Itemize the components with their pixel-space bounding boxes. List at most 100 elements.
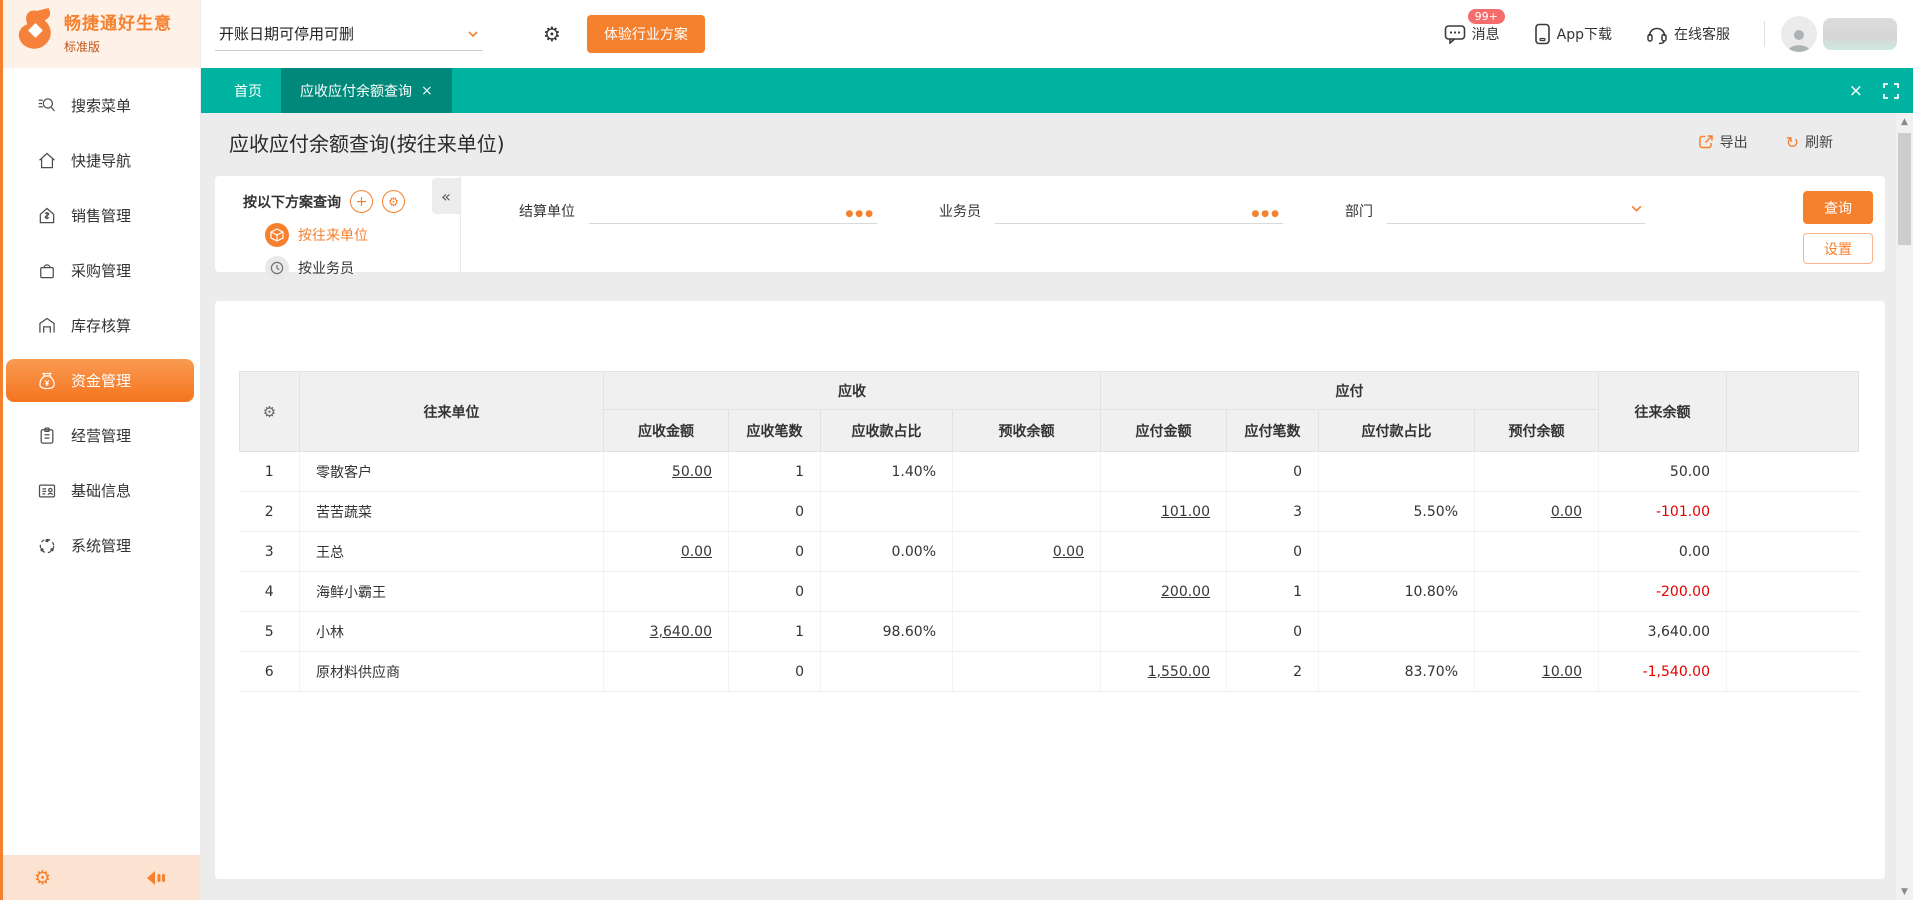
amount-link[interactable]: 0.00: [1053, 544, 1084, 560]
refresh-icon: ↻: [1785, 132, 1799, 152]
online-service-button[interactable]: 在线客服: [1646, 23, 1730, 45]
amount-link[interactable]: 0.00: [681, 544, 712, 560]
shopping-bag-icon: [36, 260, 58, 282]
sidebar-item-quick-nav[interactable]: 快捷导航: [0, 133, 200, 188]
field-label-salesman: 业务员: [939, 204, 981, 220]
sidebar-item-basic-info[interactable]: 基础信息: [0, 463, 200, 518]
col-empty: [1726, 371, 1859, 452]
amount-link[interactable]: 0.00: [1551, 504, 1582, 520]
col-ys-pre: 预收余额: [952, 409, 1101, 452]
chevron-down-icon: [468, 30, 478, 37]
avatar[interactable]: [1781, 16, 1817, 52]
sidebar-item-inventory[interactable]: 库存核算: [0, 298, 200, 353]
col-ys-count: 应收笔数: [728, 409, 821, 452]
topbar-separator: [1764, 21, 1765, 47]
sidebar: 畅捷通好生意 标准版 搜索菜单 快捷导航 销售管理 采购管理 库存核算 资金管理…: [0, 0, 201, 900]
tab-home[interactable]: 首页: [215, 68, 281, 113]
cube-icon: [265, 223, 289, 247]
vertical-scrollbar[interactable]: ▲ ▼: [1896, 113, 1913, 900]
refresh-button[interactable]: ↻ 刷新: [1786, 132, 1833, 152]
sidebar-item-sales[interactable]: 销售管理: [0, 188, 200, 243]
table-header: ⚙ 往来单位 应收 应付 往来余额 应收金额 应收笔数 应收款占比 预收余额 应…: [239, 371, 1859, 452]
settings-button[interactable]: 设置: [1803, 233, 1873, 264]
refresh-label: 刷新: [1805, 135, 1833, 151]
sidebar-item-purchase[interactable]: 采购管理: [0, 243, 200, 298]
export-button[interactable]: 导出: [1698, 132, 1748, 152]
filter-card: 按以下方案查询 + ⚙ « 按往来单位 按业务员 结算单位 ●●● 业务员 ●●…: [215, 176, 1885, 280]
amount-link[interactable]: 3,640.00: [650, 624, 712, 640]
scrollbar-thumb[interactable]: [1898, 133, 1911, 245]
col-yf-pre: 预付余额: [1474, 409, 1599, 452]
account-set-select[interactable]: 开账日期可停用可删: [215, 17, 483, 51]
col-group-payable: 应付: [1100, 371, 1599, 410]
column-settings-icon[interactable]: ⚙: [263, 403, 276, 421]
unit-name: 王总: [299, 531, 604, 572]
scroll-down-icon[interactable]: ▼: [1896, 883, 1913, 900]
col-yf-pct: 应付款占比: [1318, 409, 1475, 452]
user-name-redacted[interactable]: [1823, 18, 1897, 50]
col-ys-amount: 应收金额: [603, 409, 729, 452]
scheme-item-by-unit[interactable]: 按往来单位: [265, 223, 460, 247]
fullscreen-icon[interactable]: [1883, 82, 1899, 99]
search-icon: [36, 95, 58, 117]
app-window: 畅捷通好生意 标准版 搜索菜单 快捷导航 销售管理 采购管理 库存核算 资金管理…: [0, 0, 1913, 900]
amount-link[interactable]: 200.00: [1161, 584, 1210, 600]
export-label: 导出: [1719, 135, 1748, 151]
amount-link[interactable]: 101.00: [1161, 504, 1210, 520]
col-unit: 往来单位: [299, 371, 604, 452]
clipboard-icon: [36, 425, 58, 447]
scheme-list: 按往来单位 按业务员: [243, 223, 460, 280]
phone-icon: [1534, 23, 1550, 45]
query-button[interactable]: 查询: [1803, 191, 1873, 224]
unit-name: 零散客户: [299, 451, 604, 492]
brand-area: 畅捷通好生意 标准版: [0, 0, 200, 68]
sidebar-item-funds[interactable]: 资金管理: [0, 353, 200, 408]
sidebar-item-search-menu[interactable]: 搜索菜单: [0, 78, 200, 133]
settle-unit-input[interactable]: ●●●: [589, 200, 877, 224]
lookup-ellipsis-icon[interactable]: ●●●: [845, 209, 875, 219]
scheme-panel-title: 按以下方案查询: [243, 194, 341, 211]
scheme-settings-icon[interactable]: ⚙: [382, 190, 405, 213]
amount-link[interactable]: 50.00: [672, 464, 712, 480]
col-group-receivable: 应收: [603, 371, 1101, 410]
sidebar-settings-icon[interactable]: ⚙: [34, 867, 51, 889]
sidebar-item-system[interactable]: 系统管理: [0, 518, 200, 573]
id-card-icon: [36, 480, 58, 502]
field-label-department: 部门: [1345, 204, 1373, 220]
main-area: 开账日期可停用可删 ⚙ 体验行业方案 消息 99+ App下载 在线客服 首页 …: [201, 0, 1913, 900]
warehouse-icon: [36, 315, 58, 337]
scroll-up-icon[interactable]: ▲: [1896, 113, 1913, 130]
trial-industry-button[interactable]: 体验行业方案: [586, 15, 705, 53]
lookup-ellipsis-icon[interactable]: ●●●: [1251, 209, 1281, 219]
scheme-item-by-salesman[interactable]: 按业务员: [265, 256, 460, 280]
messages-label: 消息: [1471, 27, 1500, 43]
tab-balance-query[interactable]: 应收应付余额查询 ×: [281, 68, 452, 113]
app-download-button[interactable]: App下载: [1534, 23, 1612, 45]
unit-name: 小林: [299, 611, 604, 652]
collapse-panel-icon[interactable]: «: [432, 178, 460, 214]
brand-edition: 标准版: [64, 40, 101, 54]
department-select[interactable]: [1387, 200, 1645, 224]
speaker-icon[interactable]: [146, 869, 166, 887]
scheme-pane: 按以下方案查询 + ⚙ « 按往来单位 按业务员: [215, 176, 461, 280]
salesman-input[interactable]: ●●●: [995, 200, 1283, 224]
amount-link[interactable]: 1,550.00: [1148, 664, 1210, 680]
col-ys-pct: 应收款占比: [820, 409, 953, 452]
add-scheme-icon[interactable]: +: [350, 190, 373, 213]
brand-name: 畅捷通好生意: [64, 14, 172, 34]
sidebar-item-operations[interactable]: 经营管理: [0, 408, 200, 463]
close-all-tabs-icon[interactable]: ×: [1849, 81, 1863, 101]
gear-icon[interactable]: ⚙: [543, 22, 561, 46]
tab-close-icon[interactable]: ×: [421, 83, 433, 99]
amount-link[interactable]: 10.00: [1542, 664, 1582, 680]
unit-name: 苦苦蔬菜: [299, 491, 604, 532]
messages-badge: 99+: [1467, 9, 1505, 24]
unit-name: 海鲜小霸王: [299, 571, 604, 612]
chevron-down-icon[interactable]: [1630, 202, 1643, 219]
field-label-settle-unit: 结算单位: [519, 204, 575, 220]
table-row: 6 原材料供应商 0 1,550.00 2 83.70% 10.00 -1,54…: [239, 651, 1859, 692]
sidebar-footer: ⚙: [0, 855, 200, 900]
export-icon: [1698, 134, 1714, 150]
messages-button[interactable]: 消息 99+: [1444, 9, 1505, 44]
money-bag-icon: [36, 370, 58, 392]
